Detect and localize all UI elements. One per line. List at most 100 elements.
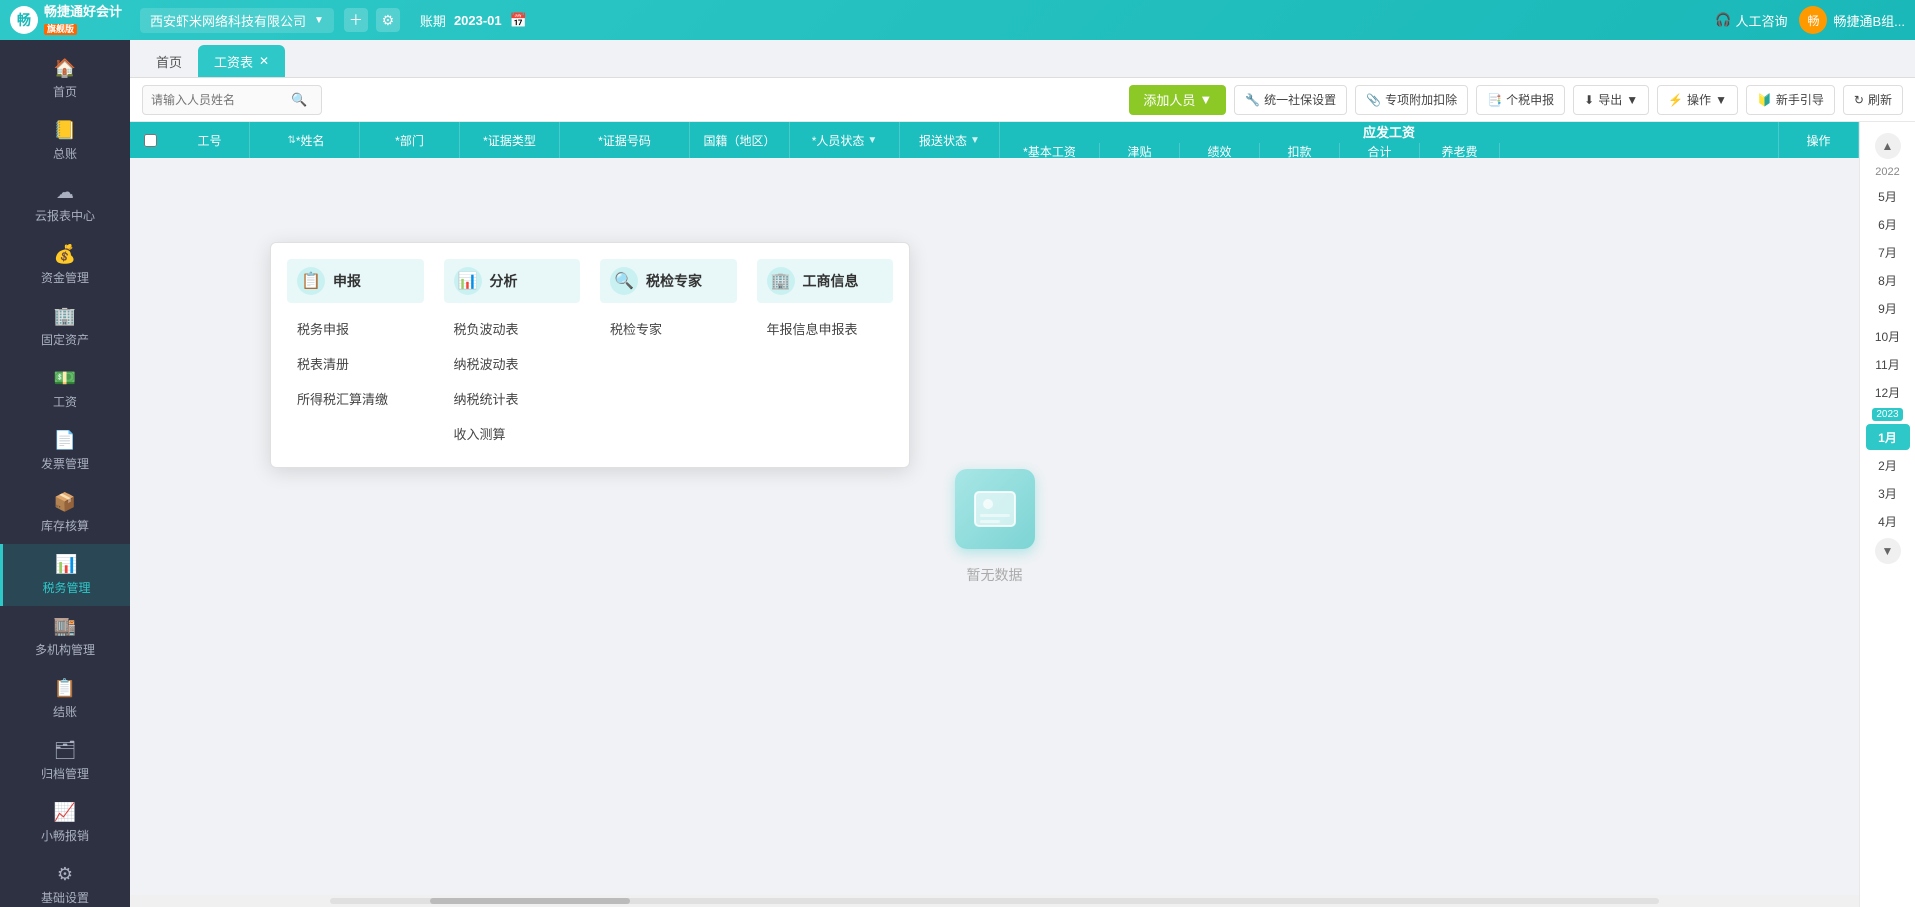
add-person-button[interactable]: 添加人员 ▼ (1129, 85, 1226, 115)
calendar-month-9[interactable]: 9月 (1866, 295, 1910, 321)
search-input[interactable] (151, 93, 291, 107)
calendar-month-7[interactable]: 7月 (1866, 239, 1910, 265)
menu-item-income-estimate[interactable]: 收入测算 (444, 416, 581, 451)
individual-tax-button[interactable]: 📑 个税申报 (1476, 85, 1565, 115)
operation-button[interactable]: ⚡ 操作 ▼ (1657, 85, 1738, 115)
menu-item-annual-report[interactable]: 年报信息申报表 (757, 311, 894, 346)
calendar-year-2023-badge: 2023 (1872, 408, 1902, 421)
app-title: 畅捷通好会计 旗舰版 (44, 4, 122, 35)
funds-icon: 💰 (54, 244, 76, 265)
support-button[interactable]: 🎧 人工咨询 (1715, 11, 1787, 30)
th-report-status[interactable]: 报送状态 ▼ (900, 122, 1000, 158)
new-guide-icon: 🔰 (1757, 93, 1772, 107)
tab-bar: 首页 工资表 ✕ (130, 40, 1915, 78)
tax-icon: 📊 (55, 554, 77, 575)
calendar-month-8[interactable]: 8月 (1866, 267, 1910, 293)
menu-item-tax-burden[interactable]: 税负波动表 (444, 311, 581, 346)
bottom-scrollbar[interactable] (130, 895, 1859, 907)
scroll-thumb[interactable] (430, 898, 630, 904)
calendar-month-5[interactable]: 5月 (1866, 183, 1910, 209)
calendar-month-10[interactable]: 10月 (1866, 323, 1910, 349)
invoice-icon: 📄 (54, 430, 76, 451)
tax-dropdown-menu: 📋 申报 税务申报 税表清册 所得税汇算清缴 📊 分析 (270, 242, 910, 468)
individual-tax-label: 个税申报 (1506, 91, 1554, 108)
cloud-icon: ☁ (56, 182, 74, 203)
sidebar-item-settings[interactable]: ⚙ 基础设置 (0, 854, 130, 907)
sidebar-item-funds[interactable]: 💰 资金管理 (0, 234, 130, 296)
th-checkbox[interactable] (130, 134, 170, 147)
home-tab-label: 首页 (156, 52, 182, 71)
refresh-label: 刷新 (1868, 91, 1892, 108)
calendar-panel: ▲ 2022 5月 6月 7月 8月 9月 10月 11月 12月 2023 1… (1859, 122, 1915, 907)
sidebar-item-report[interactable]: 📈 小畅报销 (0, 792, 130, 854)
th-nation: 国籍（地区） (690, 122, 790, 158)
special-deduct-icon: 📎 (1366, 93, 1381, 107)
menu-item-tax-declaration[interactable]: 税务申报 (287, 311, 424, 346)
headset-icon: 🎧 (1715, 12, 1731, 28)
sidebar-item-payroll[interactable]: 💵 工资 (0, 358, 130, 420)
sidebar-item-ledger[interactable]: 📒 总账 (0, 110, 130, 172)
calendar-up-button[interactable]: ▲ (1875, 133, 1901, 159)
name-sort-icon: ⇅ (287, 135, 295, 146)
tab-close-icon[interactable]: ✕ (259, 54, 269, 68)
refresh-button[interactable]: ↻ 刷新 (1843, 85, 1903, 115)
menu-item-income-tax-settlement[interactable]: 所得税汇算清缴 (287, 381, 424, 416)
sidebar-item-multi-org[interactable]: 🏬 多机构管理 (0, 606, 130, 668)
menu-item-tax-payment[interactable]: 纳税波动表 (444, 346, 581, 381)
operation-dropdown-arrow: ▼ (1715, 93, 1727, 107)
th-status[interactable]: *人员状态 ▼ (790, 122, 900, 158)
settings-icon[interactable]: ⚙ (376, 8, 400, 32)
period-label: 账期 (420, 11, 446, 30)
company-selector[interactable]: 西安虾米网络科技有限公司 ▼ (140, 8, 334, 33)
calendar-month-2023-3[interactable]: 3月 (1866, 480, 1910, 506)
sidebar-item-home[interactable]: 🏠 首页 (0, 48, 130, 110)
new-guide-button[interactable]: 🔰 新手引导 (1746, 85, 1835, 115)
calendar-month-2023-1[interactable]: 1月 (1866, 424, 1910, 450)
social-security-label: 统一社保设置 (1264, 91, 1336, 108)
status-filter-icon: ▼ (867, 135, 877, 146)
sidebar-item-inventory[interactable]: 📦 库存核算 (0, 482, 130, 544)
calendar-month-12[interactable]: 12月 (1866, 379, 1910, 405)
sidebar-item-settle[interactable]: 📋 结账 (0, 668, 130, 730)
add-company-icon[interactable]: ＋ (344, 8, 368, 32)
calendar-month-11[interactable]: 11月 (1866, 351, 1910, 377)
menu-item-tax-expert[interactable]: 税检专家 (600, 311, 737, 346)
search-input-wrap[interactable]: 🔍 (142, 85, 322, 115)
analysis-icon: 📊 (454, 267, 482, 295)
menu-item-tax-stats[interactable]: 纳税统计表 (444, 381, 581, 416)
th-id-no: *证据号码 (560, 122, 690, 158)
scroll-track (330, 898, 1659, 904)
sidebar-item-invoice[interactable]: 📄 发票管理 (0, 420, 130, 482)
export-dropdown-arrow: ▼ (1626, 93, 1638, 107)
period-calendar-icon[interactable]: 📅 (510, 12, 527, 29)
sidebar-item-tax[interactable]: 📊 税务管理 (0, 544, 130, 606)
empty-state-message: 暂无数据 (967, 565, 1023, 585)
tab-home[interactable]: 首页 (140, 45, 198, 77)
calendar-month-2023-2[interactable]: 2月 (1866, 452, 1910, 478)
tab-payroll[interactable]: 工资表 ✕ (198, 45, 285, 77)
tax-expert-title: 税检专家 (646, 271, 702, 291)
th-name[interactable]: ⇅ *姓名 (250, 122, 360, 158)
dropdown-col-analysis: 📊 分析 税负波动表 纳税波动表 纳税统计表 收入测算 (444, 259, 581, 451)
multi-org-icon: 🏬 (54, 616, 76, 637)
calendar-month-6[interactable]: 6月 (1866, 211, 1910, 237)
main-content: 工号 ⇅ *姓名 *部门 *证据类型 *证据号码 (130, 122, 1915, 907)
sidebar-item-cloud[interactable]: ☁ 云报表中心 (0, 172, 130, 234)
export-button[interactable]: ⬇ 导出 ▼ (1573, 85, 1649, 115)
payroll-tab-label: 工资表 (214, 52, 253, 71)
sidebar-item-archive[interactable]: 🗂 归档管理 (0, 730, 130, 792)
menu-item-tax-table-list[interactable]: 税表清册 (287, 346, 424, 381)
calendar-month-2023-4[interactable]: 4月 (1866, 508, 1910, 534)
calendar-down-button[interactable]: ▼ (1875, 538, 1901, 564)
user-avatar: 畅 (1799, 6, 1827, 34)
select-all-checkbox[interactable] (144, 134, 157, 147)
user-label: 畅捷通B组... (1833, 11, 1905, 30)
social-security-button[interactable]: 🔧 统一社保设置 (1234, 85, 1347, 115)
special-deduct-button[interactable]: 📎 专项附加扣除 (1355, 85, 1468, 115)
operation-icon: ⚡ (1668, 93, 1683, 107)
sidebar-item-assets[interactable]: 🏢 固定资产 (0, 296, 130, 358)
dropdown-col-declaration: 📋 申报 税务申报 税表清册 所得税汇算清缴 (287, 259, 424, 451)
empty-icon (955, 469, 1035, 549)
archive-icon: 🗂 (54, 740, 77, 761)
top-bar: 畅 畅捷通好会计 旗舰版 西安虾米网络科技有限公司 ▼ ＋ ⚙ 账期 2023-… (0, 0, 1915, 40)
